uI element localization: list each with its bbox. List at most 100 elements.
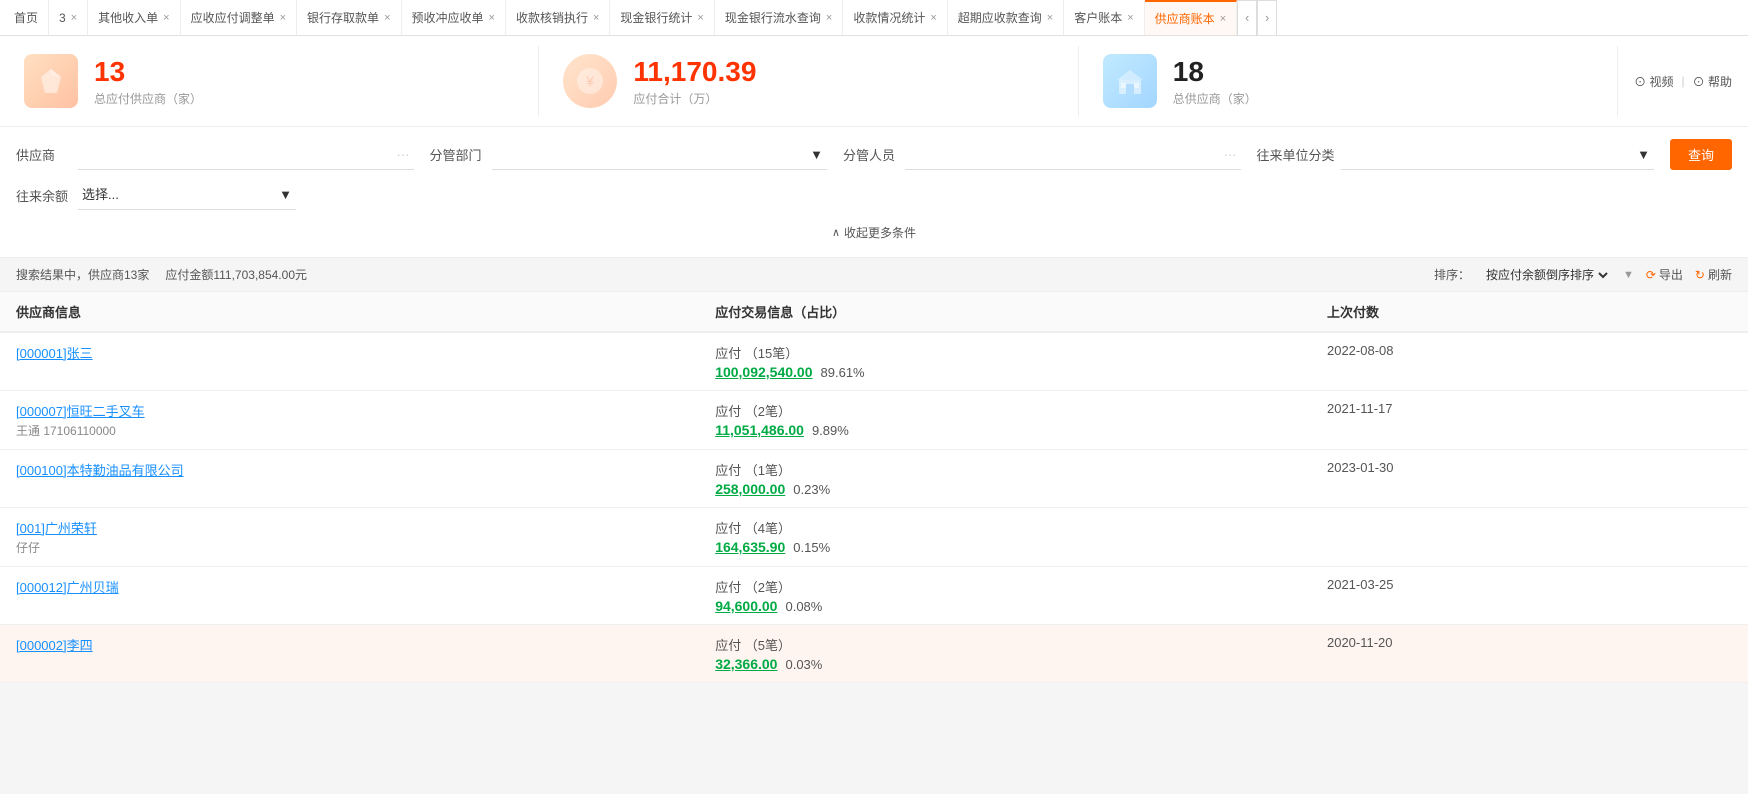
video-link[interactable]: ⊙ 视频 (1634, 73, 1673, 90)
trade-count: 应付 （1笔） (715, 460, 1295, 479)
stat-total-suppliers: 18 总供应商（家） (1079, 46, 1618, 116)
payable-suppliers-number: 13 (94, 55, 202, 89)
last-pay-cell: 2021-11-17 (1311, 391, 1748, 450)
supplier-info-cell: [000002]李四 (0, 625, 699, 683)
supplier-dots[interactable]: ··· (397, 147, 410, 162)
close-tab-other-income[interactable]: × (163, 12, 169, 24)
supplier-link[interactable]: [000012]广州贝瑞 (16, 580, 119, 595)
trade-info-cell: 应付 （2笔） 94,600.000.08% (699, 567, 1311, 625)
supplier-input[interactable] (82, 147, 397, 162)
total-suppliers-number: 18 (1173, 55, 1257, 89)
help-link[interactable]: ⊙ 帮助 (1693, 73, 1732, 90)
nav-tab-advance[interactable]: 预收冲应收单 × (402, 0, 506, 36)
nav-tab-cash-stats[interactable]: 现金银行统计 × (610, 0, 714, 36)
col-supplier-info: 供应商信息 (0, 292, 699, 332)
nav-tab-supplier-ledger[interactable]: 供应商账本 × (1145, 0, 1237, 36)
trade-amount[interactable]: 258,000.00 (715, 481, 785, 497)
trade-count: 应付 （5笔） (715, 635, 1295, 654)
nav-tab-bank[interactable]: 银行存取款单 × (297, 0, 401, 36)
trade-amount[interactable]: 164,635.90 (715, 539, 785, 555)
filter-supplier: 供应商 ··· (16, 140, 414, 170)
collapse-button[interactable]: 收起更多条件 (820, 220, 928, 245)
person-label: 分管人员 (843, 145, 899, 164)
supplier-link[interactable]: [000007]恒旺二手叉车 (16, 404, 145, 419)
col-trade-info: 应付交易信息（占比） (699, 292, 1311, 332)
supplier-link[interactable]: [000100]本特勤油品有限公司 (16, 463, 184, 478)
svg-text:¥: ¥ (585, 73, 594, 89)
trade-count: 应付 （2笔） (715, 577, 1295, 596)
close-tab-advance[interactable]: × (489, 12, 495, 24)
supplier-link[interactable]: [000002]李四 (16, 638, 93, 653)
stat-payable-suppliers: 13 总应付供应商（家） (0, 46, 539, 116)
close-tab-customer-ledger[interactable]: × (1127, 12, 1133, 24)
balance-arrow-icon: ▼ (279, 187, 292, 202)
dept-select-wrap: ▼ (492, 140, 828, 170)
trade-percent: 0.23% (785, 482, 830, 497)
payable-total-number: 11,170.39 (633, 55, 756, 89)
col-last-pay: 上次付数 (1311, 292, 1748, 332)
trade-percent: 0.15% (785, 540, 830, 555)
close-tab-cash-stats[interactable]: × (697, 12, 703, 24)
close-tab-supplier-ledger[interactable]: × (1220, 13, 1226, 25)
trade-amount[interactable]: 11,051,486.00 (715, 422, 804, 438)
person-input[interactable] (909, 147, 1224, 162)
close-tab-bank[interactable]: × (384, 12, 390, 24)
trade-count: 应付 （4笔） (715, 518, 1295, 537)
nav-tab-cash-flow[interactable]: 现金银行流水查询 × (715, 0, 843, 36)
filter-row-2: 往来余额 选择... ▼ (16, 180, 1732, 210)
category-select[interactable] (1345, 147, 1638, 162)
last-pay-date: 2021-03-25 (1327, 577, 1394, 592)
query-button[interactable]: 查询 (1670, 139, 1732, 170)
close-tab-payment-stats[interactable]: × (930, 12, 936, 24)
nav-tab-adjustment[interactable]: 应收应付调整单 × (181, 0, 297, 36)
category-select-wrap: ▼ (1341, 140, 1654, 170)
nav-tab-payment-stats[interactable]: 收款情况统计 × (843, 0, 947, 36)
close-tab-overdue[interactable]: × (1047, 12, 1053, 24)
dept-select[interactable] (496, 147, 811, 162)
nav-arrow-right[interactable]: › (1257, 0, 1277, 36)
trade-percent: 0.08% (777, 599, 822, 614)
nav-tab-home[interactable]: 首页 (4, 0, 49, 36)
table-row: [000100]本特勤油品有限公司 应付 （1笔） 258,000.000.23% 2… (0, 450, 1748, 508)
nav-tab-collection[interactable]: 收款核销执行 × (506, 0, 610, 36)
top-navigation: 首页 3 × 其他收入单 × 应收应付调整单 × 银行存取款单 × 预收冲应收单… (0, 0, 1748, 36)
dept-label: 分管部门 (430, 145, 486, 164)
trade-percent: 89.61% (813, 365, 865, 380)
last-pay-cell (1311, 508, 1748, 567)
top-right-links: ⊙ 视频 | ⊙ 帮助 (1618, 73, 1748, 90)
nav-tab-other-income[interactable]: 其他收入单 × (88, 0, 180, 36)
balance-select-wrap: 选择... ▼ (78, 180, 296, 210)
close-tab-cash-flow[interactable]: × (826, 12, 832, 24)
sort-select[interactable]: 按应付余额倒序排序 (1482, 267, 1611, 283)
close-tab-3[interactable]: × (71, 12, 77, 24)
supplier-link[interactable]: [000001]张三 (16, 346, 93, 361)
last-pay-cell: 2023-01-30 (1311, 450, 1748, 508)
trade-percent: 9.89% (804, 423, 849, 438)
person-input-wrap: ··· (905, 140, 1241, 170)
filter-balance: 往来余额 选择... ▼ (16, 180, 296, 210)
payable-suppliers-label: 总应付供应商（家） (94, 90, 202, 107)
trade-amount[interactable]: 32,366.00 (715, 656, 777, 672)
category-label: 往来单位分类 (1257, 145, 1335, 164)
trade-amount[interactable]: 100,092,540.00 (715, 364, 812, 380)
person-dots[interactable]: ··· (1224, 147, 1237, 162)
table-header-row: 供应商信息 应付交易信息（占比） 上次付数 (0, 292, 1748, 332)
category-arrow-icon: ▼ (1637, 147, 1650, 162)
export-button[interactable]: ⟳ 导出 (1646, 266, 1683, 283)
supplier-link[interactable]: [001]广州荣轩 (16, 521, 97, 536)
nav-arrow-left[interactable]: ‹ (1237, 0, 1257, 36)
close-tab-collection[interactable]: × (593, 12, 599, 24)
nav-tab-3[interactable]: 3 × (49, 0, 88, 36)
table-row: [001]广州荣轩仔仔应付 （4笔）164,635.900.15% (0, 508, 1748, 567)
last-pay-date: 2021-11-17 (1327, 401, 1393, 416)
trade-amount[interactable]: 94,600.00 (715, 598, 777, 614)
filter-person: 分管人员 ··· (843, 140, 1241, 170)
balance-label: 往来余额 (16, 186, 72, 205)
supplier-info-cell: [000100]本特勤油品有限公司 (0, 450, 699, 508)
balance-select[interactable]: 选择... (82, 187, 279, 202)
close-tab-adjustment[interactable]: × (280, 12, 286, 24)
nav-tab-overdue[interactable]: 超期应收款查询 × (948, 0, 1064, 36)
refresh-button[interactable]: ↻ 刷新 (1695, 266, 1732, 283)
supplier-label: 供应商 (16, 145, 72, 164)
nav-tab-customer-ledger[interactable]: 客户账本 × (1064, 0, 1144, 36)
